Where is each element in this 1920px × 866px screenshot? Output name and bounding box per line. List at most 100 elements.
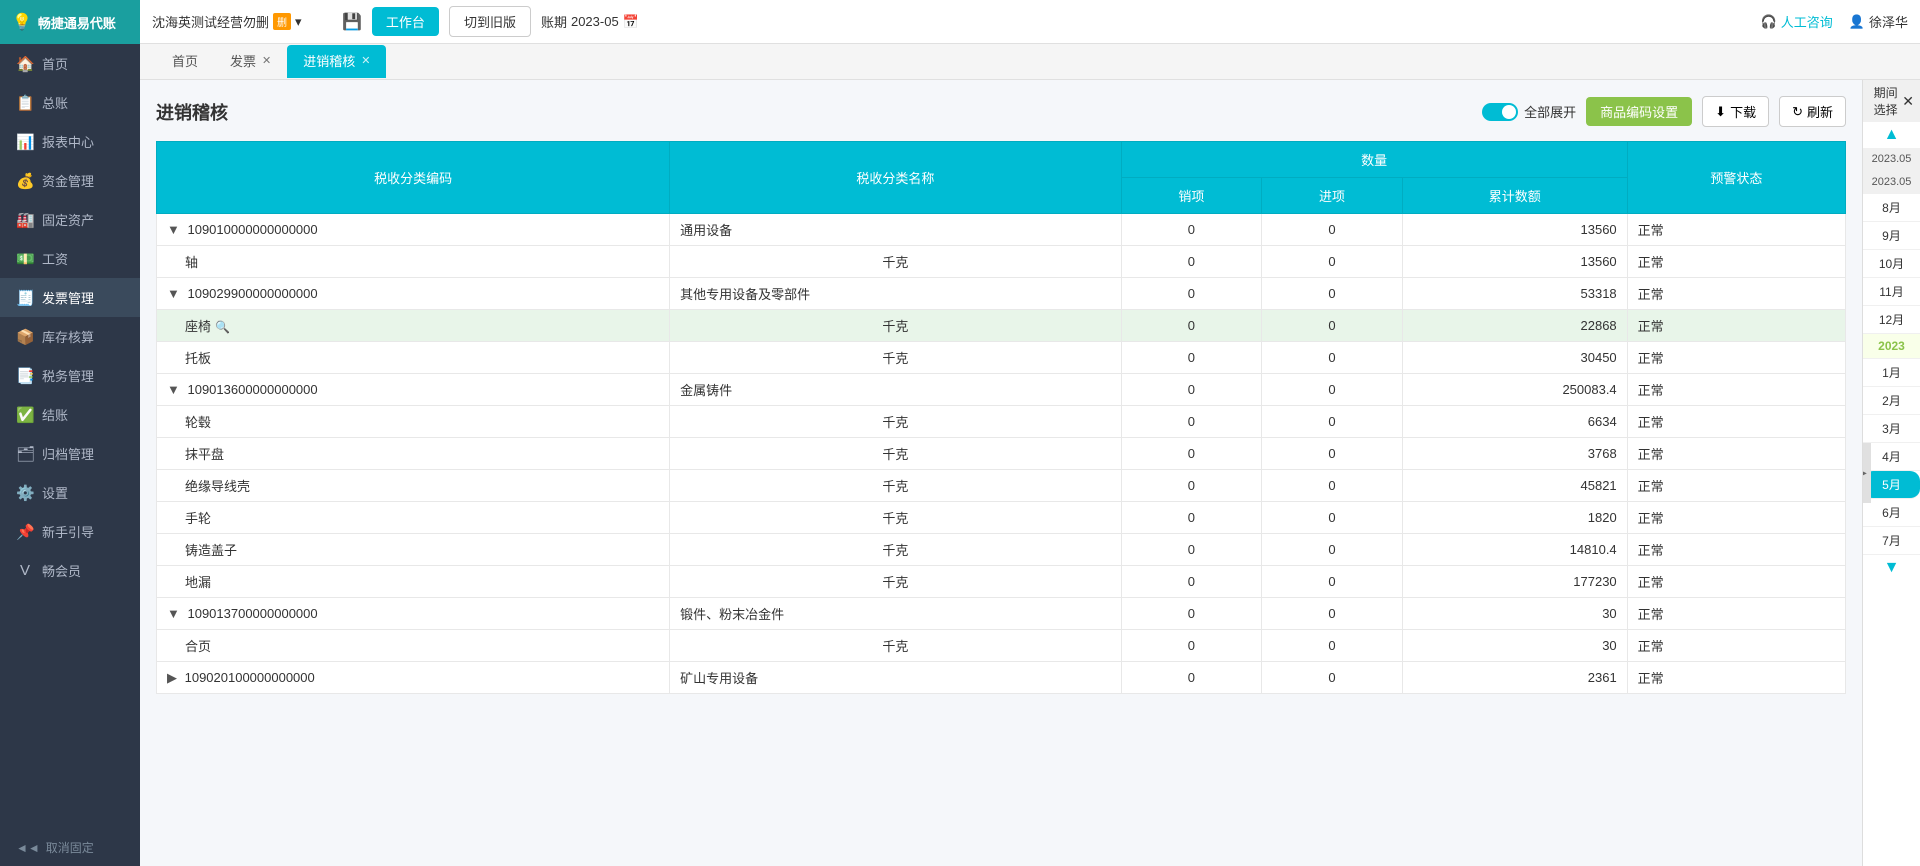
sidebar-item-guide[interactable]: 📌 新手引导 bbox=[0, 512, 140, 551]
main-area: 沈海英测试经营勿删 删 ▾ 💾 工作台 切到旧版 账期 2023-05 📅 🎧 … bbox=[140, 0, 1920, 866]
cell-code: 地漏 bbox=[157, 566, 670, 598]
period-month-item[interactable]: 4月 bbox=[1863, 443, 1920, 471]
sidebar-item-archive[interactable]: 🗂 归档管理 bbox=[0, 434, 140, 473]
period-list: ▲2023.052023.058月9月10月11月12月20231月2月3月4月… bbox=[1863, 122, 1920, 581]
product-code-button[interactable]: 商品编码设置 bbox=[1586, 97, 1692, 126]
cell-name: 通用设备 bbox=[670, 214, 1121, 246]
cell-purchase: 0 bbox=[1262, 630, 1403, 662]
expand-toggle[interactable] bbox=[1482, 103, 1518, 121]
app-logo: 💡 畅捷通易代账 bbox=[0, 0, 140, 44]
period-month-item[interactable]: 11月 bbox=[1863, 278, 1920, 306]
sidebar-item-inventory[interactable]: 📦 库存核算 bbox=[0, 317, 140, 356]
sidebar-item-ledger[interactable]: 📋 总账 bbox=[0, 83, 140, 122]
period-month-item[interactable]: 8月 bbox=[1863, 194, 1920, 222]
cell-total: 30 bbox=[1402, 630, 1627, 662]
download-button[interactable]: ⬇ 下载 bbox=[1702, 96, 1769, 127]
page-actions: 全部展开 商品编码设置 ⬇ 下载 ↻ 刷新 bbox=[1482, 96, 1846, 127]
period-month-item[interactable]: 6月 bbox=[1863, 499, 1920, 527]
cell-sales: 0 bbox=[1121, 502, 1262, 534]
period-month-item[interactable]: 3月 bbox=[1863, 415, 1920, 443]
period-month-item[interactable]: 10月 bbox=[1863, 250, 1920, 278]
cell-code: 座椅🔍 bbox=[157, 310, 670, 342]
expand-icon[interactable]: ▼ bbox=[167, 222, 180, 237]
expand-icon[interactable]: ▼ bbox=[167, 382, 180, 397]
cell-unit: 千克 bbox=[670, 630, 1121, 662]
period-month-item[interactable]: 1月 bbox=[1863, 359, 1920, 387]
cell-warning: 正常 bbox=[1627, 470, 1845, 502]
expand-icon[interactable]: ▼ bbox=[167, 606, 180, 621]
tab-reconcile[interactable]: 进销稽核 ✕ bbox=[287, 45, 386, 78]
cell-warning: 正常 bbox=[1627, 310, 1845, 342]
sidebar-item-reports[interactable]: 📊 报表中心 bbox=[0, 122, 140, 161]
tab-invoice-close[interactable]: ✕ bbox=[262, 54, 271, 67]
page-title: 进销稽核 bbox=[156, 99, 228, 125]
period-month-item[interactable]: 12月 bbox=[1863, 306, 1920, 334]
sidebar-item-funds[interactable]: 💰 资金管理 bbox=[0, 161, 140, 200]
period-month-item[interactable]: 2月 bbox=[1863, 387, 1920, 415]
search-icon[interactable]: 🔍 bbox=[215, 320, 230, 334]
refresh-button[interactable]: ↻ 刷新 bbox=[1779, 96, 1846, 127]
assets-icon: 🏭 bbox=[16, 211, 34, 229]
cell-sales: 0 bbox=[1121, 214, 1262, 246]
table-row: 抹平盘 千克 0 0 3768 正常 bbox=[157, 438, 1846, 470]
table-row: 手轮 千克 0 0 1820 正常 bbox=[157, 502, 1846, 534]
workbench-button[interactable]: 工作台 bbox=[372, 7, 439, 36]
period-month-item[interactable]: 9月 bbox=[1863, 222, 1920, 250]
main-content: 进销稽核 全部展开 商品编码设置 ⬇ 下载 ↻ 刷新 bbox=[140, 80, 1862, 866]
calendar-icon[interactable]: 📅 bbox=[623, 14, 639, 30]
period-nav-down[interactable]: ▼ bbox=[1863, 555, 1920, 581]
tab-invoice[interactable]: 发票 ✕ bbox=[214, 45, 287, 78]
old-version-button[interactable]: 切到旧版 bbox=[449, 6, 531, 37]
sidebar-item-settlement[interactable]: ✅ 结账 bbox=[0, 395, 140, 434]
sidebar-item-salary[interactable]: 💵 工资 bbox=[0, 239, 140, 278]
sidebar-item-label: 固定资产 bbox=[42, 210, 94, 229]
cell-sales: 0 bbox=[1121, 374, 1262, 406]
cell-code: 托板 bbox=[157, 342, 670, 374]
support-button[interactable]: 🎧 人工咨询 bbox=[1761, 12, 1833, 31]
period-collapse-btn[interactable]: ▶ bbox=[1862, 443, 1871, 503]
cell-warning: 正常 bbox=[1627, 278, 1845, 310]
sidebar-item-invoice[interactable]: 🧾 发票管理 bbox=[0, 278, 140, 317]
period-label: 账期 bbox=[541, 12, 567, 31]
period-panel-close[interactable]: ✕ bbox=[1902, 93, 1914, 110]
app-name: 畅捷通易代账 bbox=[38, 13, 116, 32]
th-total: 累计数额 bbox=[1402, 178, 1627, 214]
archive-icon: 🗂 bbox=[16, 445, 34, 463]
sidebar-item-home[interactable]: 🏠 首页 bbox=[0, 44, 140, 83]
cell-purchase: 0 bbox=[1262, 502, 1403, 534]
expand-icon[interactable]: ▶ bbox=[167, 670, 177, 685]
cell-warning: 正常 bbox=[1627, 438, 1845, 470]
user-name: 徐泽华 bbox=[1869, 12, 1908, 31]
topbar-right: 🎧 人工咨询 👤 徐泽华 bbox=[1761, 12, 1908, 31]
cell-unit: 千克 bbox=[670, 246, 1121, 278]
save-icon[interactable]: 💾 bbox=[342, 12, 362, 32]
cell-total: 45821 bbox=[1402, 470, 1627, 502]
tab-reconcile-close[interactable]: ✕ bbox=[361, 54, 370, 67]
cell-unit: 千克 bbox=[670, 406, 1121, 438]
invoice-icon: 🧾 bbox=[16, 289, 34, 307]
user-menu[interactable]: 👤 徐泽华 bbox=[1849, 12, 1908, 31]
sidebar-item-settings[interactable]: ⚙️ 设置 bbox=[0, 473, 140, 512]
period-month-item[interactable]: 5月 bbox=[1863, 471, 1920, 499]
period-nav-up[interactable]: ▲ bbox=[1863, 122, 1920, 148]
sidebar-nav: 🏠 首页 📋 总账 📊 报表中心 💰 资金管理 🏭 固定资产 💵 工资 🧾 发票… bbox=[0, 44, 140, 829]
cell-purchase: 0 bbox=[1262, 566, 1403, 598]
period-month-item[interactable]: 7月 bbox=[1863, 527, 1920, 555]
th-tax-code: 税收分类编码 bbox=[157, 142, 670, 214]
cell-total: 13560 bbox=[1402, 214, 1627, 246]
cell-warning: 正常 bbox=[1627, 630, 1845, 662]
table-row: ▼ 109029900000000000 其他专用设备及零部件 0 0 5331… bbox=[157, 278, 1846, 310]
sidebar-unpin[interactable]: ◄◄ 取消固定 bbox=[0, 829, 140, 866]
cell-sales: 0 bbox=[1121, 662, 1262, 694]
sidebar-item-membership[interactable]: V 畅会员 bbox=[0, 551, 140, 590]
company-selector[interactable]: 沈海英测试经营勿删 删 ▾ bbox=[152, 12, 332, 31]
data-table: 税收分类编码 税收分类名称 数量 预警状态 销项 进项 累计数额 ▼ 10901… bbox=[156, 141, 1846, 694]
cell-warning: 正常 bbox=[1627, 662, 1845, 694]
sidebar-item-label: 资金管理 bbox=[42, 171, 94, 190]
sidebar-item-assets[interactable]: 🏭 固定资产 bbox=[0, 200, 140, 239]
cell-warning: 正常 bbox=[1627, 342, 1845, 374]
sidebar-item-tax[interactable]: 📑 税务管理 bbox=[0, 356, 140, 395]
tab-home[interactable]: 首页 bbox=[156, 45, 214, 78]
cell-warning: 正常 bbox=[1627, 214, 1845, 246]
expand-icon[interactable]: ▼ bbox=[167, 286, 180, 301]
